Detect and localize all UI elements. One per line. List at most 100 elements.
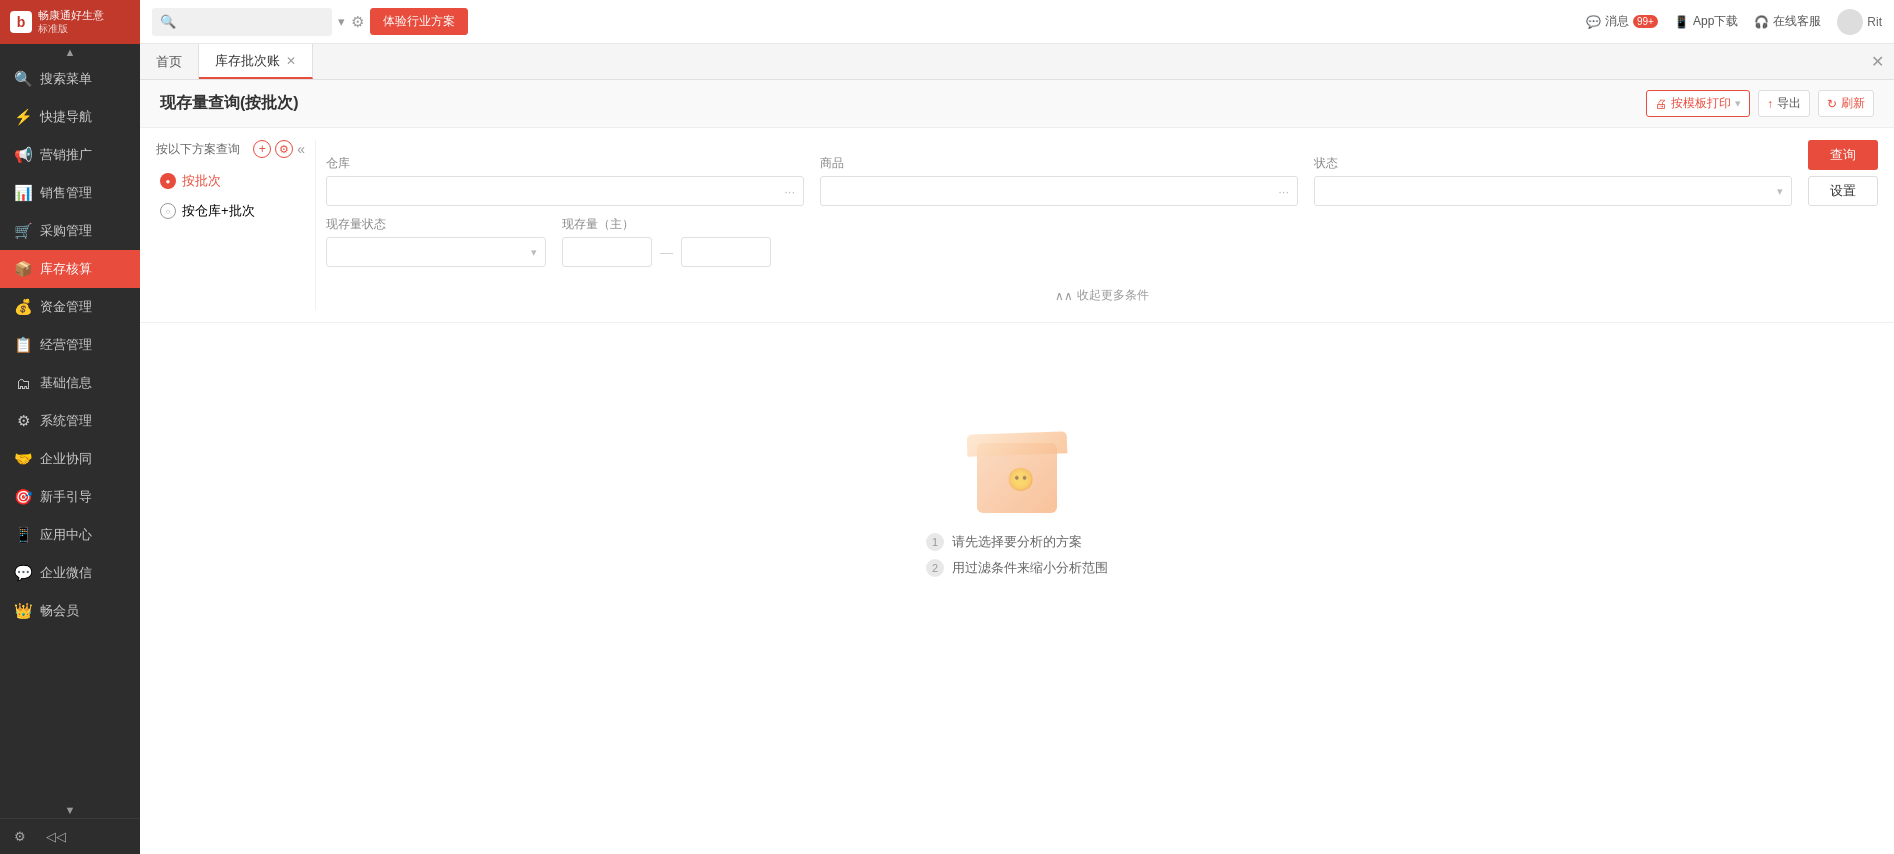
tab-home-label: 首页 bbox=[156, 53, 182, 71]
purchase-icon: 🛒 bbox=[14, 222, 32, 240]
phone-icon: 📱 bbox=[1674, 15, 1689, 29]
hint-number-1: 1 bbox=[926, 533, 944, 551]
product-text-input[interactable] bbox=[829, 184, 1289, 198]
sidebar-header: b 畅康通好生意 标准版 bbox=[0, 0, 140, 44]
marketing-icon: 📢 bbox=[14, 146, 32, 164]
qty-max-text-input[interactable] bbox=[690, 245, 840, 259]
refresh-icon: ↻ bbox=[1827, 97, 1837, 111]
topbar-settings-icon[interactable]: ⚙ bbox=[351, 13, 364, 31]
export-btn[interactable]: ↑ 导出 bbox=[1758, 90, 1810, 117]
status-label: 状态 bbox=[1314, 155, 1792, 172]
sidebar-item-quick-nav[interactable]: ⚡ 快捷导航 bbox=[0, 98, 140, 136]
print-btn[interactable]: 🖨 按模板打印 ▾ bbox=[1646, 90, 1750, 117]
page-title: 现存量查询(按批次) bbox=[160, 93, 299, 114]
sidebar-item-member[interactable]: 👑 畅会员 bbox=[0, 592, 140, 630]
topbar: 🔍 ▾ ⚙ 体验行业方案 💬 消息 99+ 📱 App下载 🎧 在线客服 bbox=[140, 0, 1894, 44]
hint-number-2: 2 bbox=[926, 559, 944, 577]
inventory-qty-max-input[interactable] bbox=[681, 237, 771, 267]
sidebar-item-label: 企业协同 bbox=[40, 450, 92, 468]
scheme-inactive-icon: ○ bbox=[160, 203, 176, 219]
sidebar-item-label: 销售管理 bbox=[40, 184, 92, 202]
new-guide-icon: 🎯 bbox=[14, 488, 32, 506]
sidebar-item-label: 经营管理 bbox=[40, 336, 92, 354]
empty-hints: 1 请先选择要分析的方案 2 用过滤条件来缩小分析范围 bbox=[926, 533, 1108, 577]
messages-btn[interactable]: 💬 消息 99+ bbox=[1586, 13, 1658, 30]
scheme-add-btn[interactable]: + bbox=[253, 140, 271, 158]
user-avatar-btn[interactable]: Rit bbox=[1837, 9, 1882, 35]
sidebar-item-marketing[interactable]: 📢 营销推广 bbox=[0, 136, 140, 174]
member-icon: 👑 bbox=[14, 602, 32, 620]
filter-fields: 仓库 ··· 商品 ··· bbox=[326, 140, 1878, 310]
online-service-btn[interactable]: 🎧 在线客服 bbox=[1754, 13, 1821, 30]
empty-hint-2: 2 用过滤条件来缩小分析范围 bbox=[926, 559, 1108, 577]
export-icon: ↑ bbox=[1767, 97, 1773, 111]
scheme-settings-btn[interactable]: ⚙ bbox=[275, 140, 293, 158]
main-area: 🔍 ▾ ⚙ 体验行业方案 💬 消息 99+ 📱 App下载 🎧 在线客服 bbox=[140, 0, 1894, 854]
sidebar-item-new-guide[interactable]: 🎯 新手引导 bbox=[0, 478, 140, 516]
warehouse-more-icon: ··· bbox=[784, 184, 795, 199]
empty-illustration: 😶 bbox=[957, 403, 1077, 513]
chevron-down-icon[interactable]: ▾ bbox=[338, 14, 345, 29]
finance-icon: 💰 bbox=[14, 298, 32, 316]
inventory-qty-min-input[interactable] bbox=[562, 237, 652, 267]
topbar-left: 🔍 ▾ ⚙ 体验行业方案 bbox=[152, 8, 1576, 36]
warehouse-text-input[interactable] bbox=[335, 184, 795, 198]
print-chevron-icon: ▾ bbox=[1735, 97, 1741, 110]
sidebar-item-label: 新手引导 bbox=[40, 488, 92, 506]
search-input[interactable] bbox=[180, 15, 330, 29]
product-input[interactable]: ··· bbox=[820, 176, 1298, 206]
sidebar-item-finance[interactable]: 💰 资金管理 bbox=[0, 288, 140, 326]
sales-icon: 📊 bbox=[14, 184, 32, 202]
sidebar-item-enterprise-collab[interactable]: 🤝 企业协同 bbox=[0, 440, 140, 478]
app-title-group: 畅康通好生意 标准版 bbox=[38, 8, 104, 36]
tab-home[interactable]: 首页 bbox=[140, 44, 199, 79]
sidebar-item-label: 搜索菜单 bbox=[40, 70, 92, 88]
sidebar-scroll-up[interactable]: ▲ bbox=[0, 44, 140, 60]
settings-icon[interactable]: ⚙ bbox=[14, 829, 26, 844]
scheme-collapse-btn[interactable]: « bbox=[297, 141, 305, 157]
tab-close-icon[interactable]: ✕ bbox=[286, 54, 296, 68]
inventory-status-input[interactable]: ▾ bbox=[326, 237, 546, 267]
export-label: 导出 bbox=[1777, 95, 1801, 112]
enterprise-wechat-icon: 💬 bbox=[14, 564, 32, 582]
tab-inventory-batch[interactable]: 库存批次账 ✕ bbox=[199, 44, 313, 79]
inventory-qty-label: 现存量（主） bbox=[562, 216, 771, 233]
inventory-status-chevron-icon: ▾ bbox=[531, 246, 537, 259]
page-actions: 🖨 按模板打印 ▾ ↑ 导出 ↻ 刷新 bbox=[1646, 90, 1874, 117]
sidebar-scroll-down[interactable]: ▼ bbox=[0, 802, 140, 818]
status-field-group: 状态 ▾ bbox=[1314, 155, 1792, 206]
tab-close-global-icon[interactable]: ✕ bbox=[1871, 52, 1884, 71]
status-chevron-icon: ▾ bbox=[1777, 185, 1783, 198]
sidebar-item-sales[interactable]: 📊 销售管理 bbox=[0, 174, 140, 212]
sidebar-item-search-menu[interactable]: 🔍 搜索菜单 bbox=[0, 60, 140, 98]
inventory-status-text-input[interactable] bbox=[335, 245, 531, 259]
sidebar-item-system[interactable]: ⚙ 系统管理 bbox=[0, 402, 140, 440]
scheme-item-by-batch[interactable]: ● 按批次 bbox=[156, 166, 305, 196]
scheme-header: 按以下方案查询 + ⚙ « bbox=[156, 140, 305, 158]
status-input[interactable]: ▾ bbox=[1314, 176, 1792, 206]
query-btn[interactable]: 查询 bbox=[1808, 140, 1878, 170]
warehouse-input[interactable]: ··· bbox=[326, 176, 804, 206]
sidebar-item-enterprise-wechat[interactable]: 💬 企业微信 bbox=[0, 554, 140, 592]
experience-btn[interactable]: 体验行业方案 bbox=[370, 8, 468, 35]
search-icon: 🔍 bbox=[160, 14, 176, 29]
sidebar-item-operations[interactable]: 📋 经营管理 bbox=[0, 326, 140, 364]
inventory-status-field-group: 现存量状态 ▾ bbox=[326, 216, 546, 267]
sidebar-item-app-center[interactable]: 📱 应用中心 bbox=[0, 516, 140, 554]
refresh-label: 刷新 bbox=[1841, 95, 1865, 112]
sidebar-item-inventory[interactable]: 📦 库存核算 bbox=[0, 250, 140, 288]
username-label: Rit bbox=[1867, 15, 1882, 29]
search-box[interactable]: 🔍 bbox=[152, 8, 332, 36]
refresh-btn[interactable]: ↻ 刷新 bbox=[1818, 90, 1874, 117]
print-label: 按模板打印 bbox=[1671, 95, 1731, 112]
status-text-input[interactable] bbox=[1323, 184, 1777, 198]
enterprise-collab-icon: 🤝 bbox=[14, 450, 32, 468]
settings-btn[interactable]: 设置 bbox=[1808, 176, 1878, 206]
app-download-btn[interactable]: 📱 App下载 bbox=[1674, 13, 1738, 30]
inventory-status-label: 现存量状态 bbox=[326, 216, 546, 233]
collapse-more-btn[interactable]: ∧∧ 收起更多条件 bbox=[326, 281, 1878, 310]
sidebar-item-basics[interactable]: 🗂 基础信息 bbox=[0, 364, 140, 402]
sidebar-item-purchase[interactable]: 🛒 采购管理 bbox=[0, 212, 140, 250]
scheme-item-by-warehouse-batch[interactable]: ○ 按仓库+批次 bbox=[156, 196, 305, 226]
collapse-sidebar-icon[interactable]: ◁◁ bbox=[46, 829, 66, 844]
